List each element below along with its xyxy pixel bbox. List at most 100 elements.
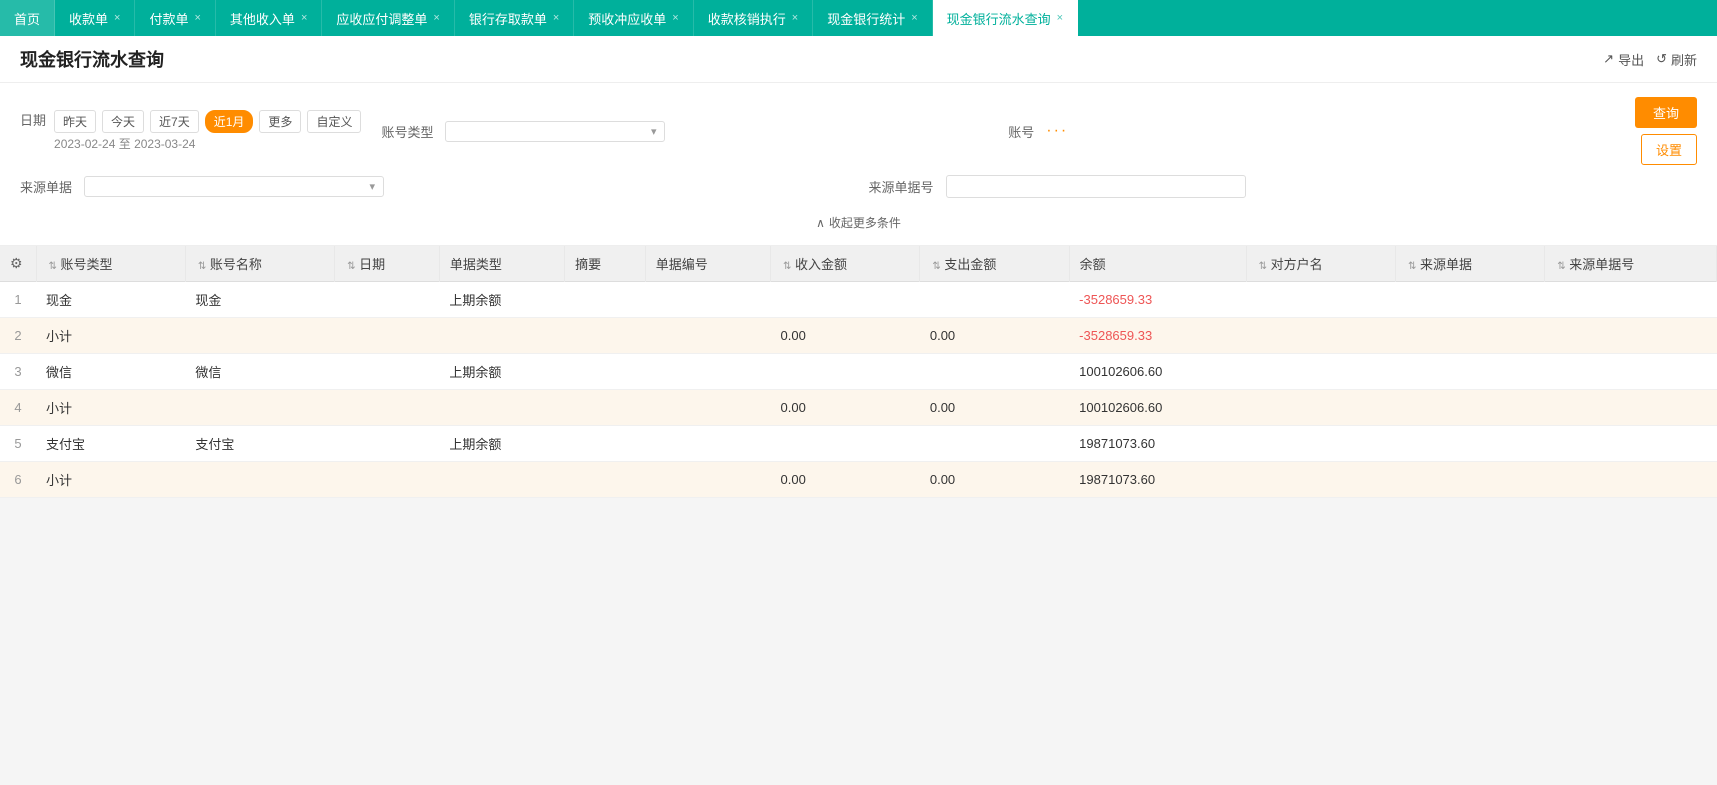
date-btn-custom[interactable]: 自定义 — [307, 110, 361, 133]
close-icon[interactable]: × — [672, 12, 678, 24]
cell-summary — [565, 318, 646, 354]
refresh-button[interactable]: ↺ 刷新 — [1656, 50, 1697, 69]
close-icon[interactable]: × — [433, 12, 439, 24]
close-icon[interactable]: × — [553, 12, 559, 24]
row-num: 3 — [0, 354, 36, 390]
source-doc-no-section: 来源单据号 — [869, 175, 1698, 198]
cell-income — [771, 354, 920, 390]
nav-bank-deposit[interactable]: 银行存取款单 × — [455, 0, 574, 36]
nav-adjustment[interactable]: 应收应付调整单 × — [322, 0, 454, 36]
table-row: 6 小计 0.00 0.00 19871073.60 — [0, 462, 1717, 498]
cell-doc-type: 上期余额 — [439, 426, 564, 462]
page-header: 现金银行流水查询 ↗ 导出 ↺ 刷新 — [0, 36, 1717, 83]
col-account-type[interactable]: ⇅ 账号类型 — [36, 246, 185, 282]
close-icon[interactable]: × — [1057, 12, 1063, 24]
col-settings[interactable]: ⚙ — [0, 246, 36, 282]
nav-payment[interactable]: 付款单 × — [135, 0, 215, 36]
cell-source-doc-no — [1545, 354, 1717, 390]
account-label: 账号 — [1008, 122, 1034, 141]
row-num: 4 — [0, 390, 36, 426]
source-doc-no-input[interactable] — [946, 175, 1246, 198]
export-icon: ↗ — [1603, 51, 1614, 67]
close-icon[interactable]: × — [792, 12, 798, 24]
source-doc-label: 来源单据 — [20, 177, 72, 196]
source-doc-select[interactable]: ▾ — [84, 176, 384, 197]
account-type-select[interactable]: ▾ — [445, 121, 665, 142]
cell-counterpart — [1246, 390, 1395, 426]
sort-icon: ⇅ — [1557, 261, 1565, 272]
export-button[interactable]: ↗ 导出 — [1603, 50, 1644, 69]
date-block: 昨天 今天 近7天 近1月 更多 自定义 2023-02-24 至 2023-0… — [54, 110, 361, 152]
cell-balance: 19871073.60 — [1069, 462, 1246, 498]
cell-balance: -3528659.33 — [1069, 318, 1246, 354]
cell-doc-no — [645, 462, 770, 498]
cell-expense: 0.00 — [920, 462, 1069, 498]
cell-account-name: 支付宝 — [185, 426, 334, 462]
settings-button[interactable]: 设置 — [1641, 134, 1697, 165]
account-more-button[interactable]: ··· — [1046, 122, 1068, 140]
col-source-doc[interactable]: ⇅ 来源单据 — [1395, 246, 1544, 282]
col-account-name[interactable]: ⇅ 账号名称 — [185, 246, 334, 282]
cell-income: 0.00 — [771, 318, 920, 354]
nav-collection[interactable]: 收款核销执行 × — [694, 0, 813, 36]
cell-counterpart — [1246, 354, 1395, 390]
cell-counterpart — [1246, 282, 1395, 318]
cell-balance: 100102606.60 — [1069, 390, 1246, 426]
cell-source-doc — [1395, 354, 1544, 390]
account-type-label: 账号类型 — [381, 122, 433, 141]
cell-counterpart — [1246, 462, 1395, 498]
cell-source-doc — [1395, 462, 1544, 498]
cell-doc-type: 上期余额 — [439, 282, 564, 318]
close-icon[interactable]: × — [911, 12, 917, 24]
sort-icon: ⇅ — [347, 261, 355, 272]
sort-icon: ⇅ — [49, 261, 57, 272]
cell-expense — [920, 282, 1069, 318]
close-icon[interactable]: × — [301, 12, 307, 24]
settings-icon[interactable]: ⚙ — [10, 255, 23, 271]
nav-cash-flow[interactable]: 现金银行流水查询 × — [933, 0, 1078, 36]
cell-source-doc — [1395, 318, 1544, 354]
date-btn-yesterday[interactable]: 昨天 — [54, 110, 96, 133]
col-doc-type: 单据类型 — [439, 246, 564, 282]
table-row: 1 现金 现金 上期余额 -3528659.33 — [0, 282, 1717, 318]
col-counterpart[interactable]: ⇅ 对方户名 — [1246, 246, 1395, 282]
cell-doc-type — [439, 318, 564, 354]
page-title: 现金银行流水查询 — [20, 46, 164, 72]
nav-receipt[interactable]: 收款单 × — [55, 0, 135, 36]
date-btn-more[interactable]: 更多 — [259, 110, 301, 133]
filter-row-2: 来源单据 ▾ 来源单据号 — [20, 175, 1697, 198]
chevron-up-icon: ∧ — [816, 216, 825, 230]
col-date[interactable]: ⇅ 日期 — [335, 246, 440, 282]
filter-area: 日期 昨天 今天 近7天 近1月 更多 自定义 2023-02-24 至 202… — [0, 83, 1717, 246]
nav-home[interactable]: 首页 — [0, 0, 55, 36]
date-btn-1month[interactable]: 近1月 — [205, 110, 254, 133]
cell-account-type: 现金 — [36, 282, 185, 318]
top-nav: 首页 收款单 × 付款单 × 其他收入单 × 应收应付调整单 × 银行存取款单 … — [0, 0, 1717, 36]
cell-balance: 19871073.60 — [1069, 426, 1246, 462]
close-icon[interactable]: × — [114, 12, 120, 24]
refresh-icon: ↺ — [1656, 51, 1667, 67]
col-income[interactable]: ⇅ 收入金额 — [771, 246, 920, 282]
date-btn-7days[interactable]: 近7天 — [150, 110, 199, 133]
cell-source-doc-no — [1545, 282, 1717, 318]
cell-account-type: 小计 — [36, 318, 185, 354]
table-row: 4 小计 0.00 0.00 100102606.60 — [0, 390, 1717, 426]
cell-income — [771, 282, 920, 318]
nav-other-income[interactable]: 其他收入单 × — [216, 0, 322, 36]
cell-account-name — [185, 390, 334, 426]
cell-counterpart — [1246, 426, 1395, 462]
cell-source-doc — [1395, 282, 1544, 318]
nav-prepayment[interactable]: 预收冲应收单 × — [574, 0, 693, 36]
chevron-down-icon: ▾ — [369, 180, 375, 193]
cell-account-type: 支付宝 — [36, 426, 185, 462]
cell-doc-type — [439, 390, 564, 426]
collapse-bar[interactable]: ∧ 收起更多条件 — [20, 208, 1697, 235]
col-source-doc-no[interactable]: ⇅ 来源单据号 — [1545, 246, 1717, 282]
query-button[interactable]: 查询 — [1635, 97, 1697, 128]
col-expense[interactable]: ⇅ 支出金额 — [920, 246, 1069, 282]
row-num: 5 — [0, 426, 36, 462]
date-btn-today[interactable]: 今天 — [102, 110, 144, 133]
row-num: 6 — [0, 462, 36, 498]
close-icon[interactable]: × — [194, 12, 200, 24]
nav-cash-stats[interactable]: 现金银行统计 × — [813, 0, 932, 36]
